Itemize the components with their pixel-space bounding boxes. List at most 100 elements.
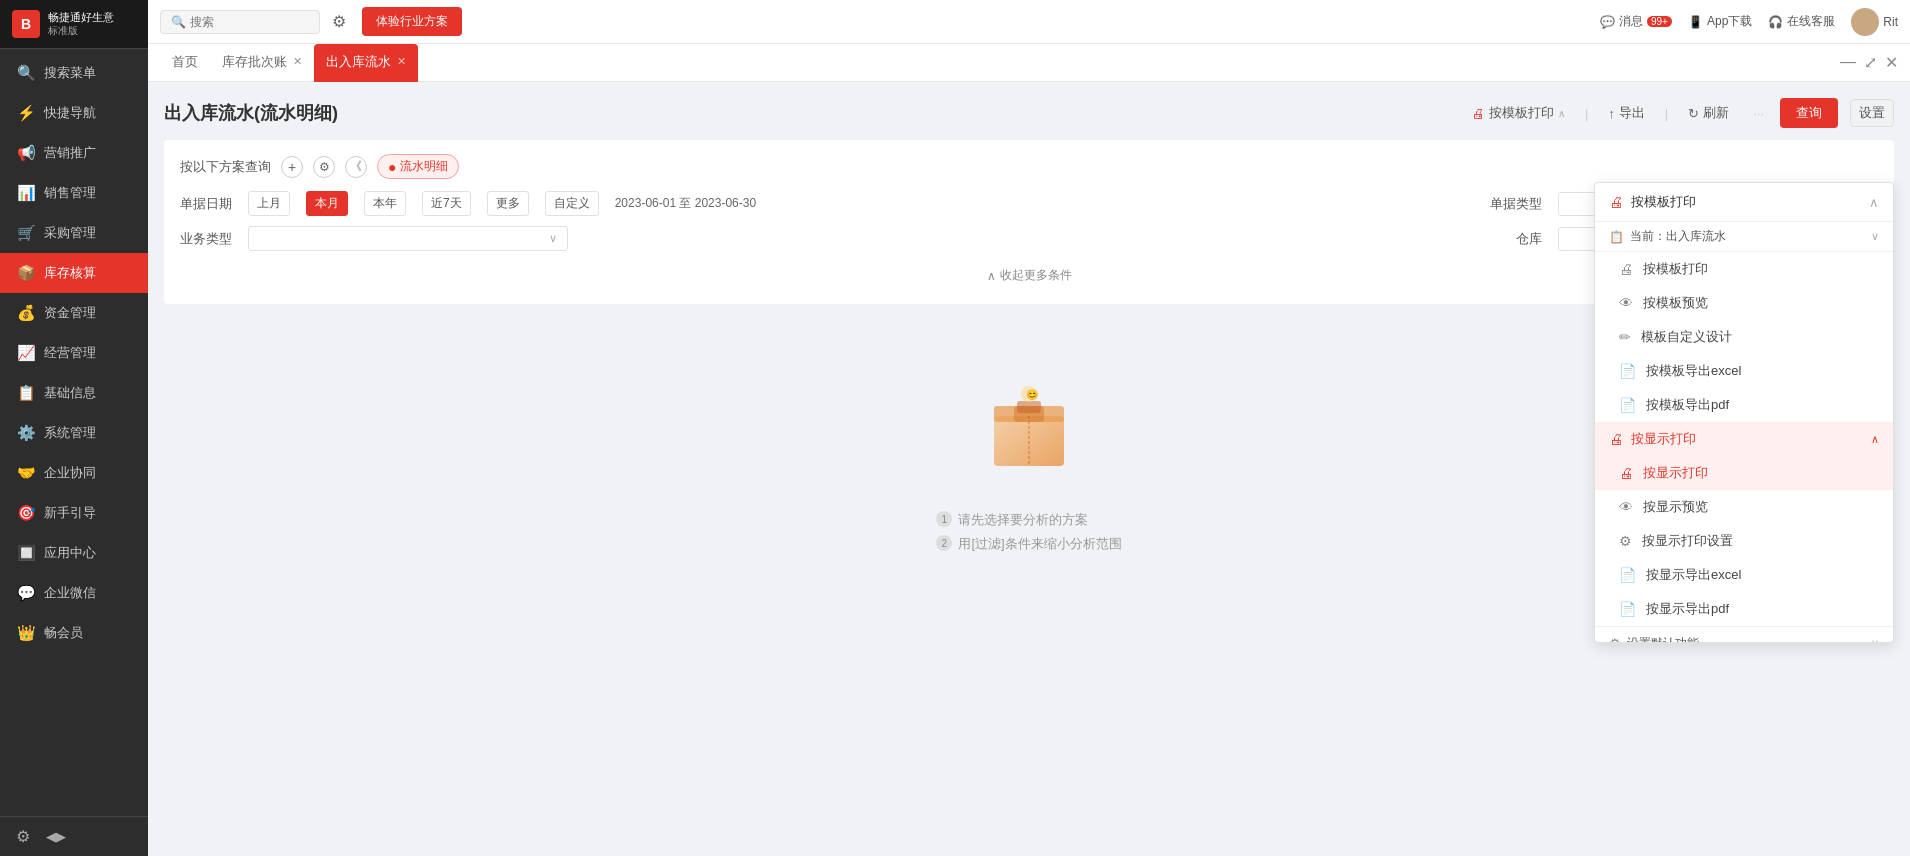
page-header: 出入库流水(流水明细) 🖨 按模板打印 ∧ | ↑ 导出 | ↻	[164, 98, 1894, 128]
finance-icon: 💰	[16, 303, 36, 323]
sidebar-nav: 🔍 搜索菜单 ⚡ 快捷导航 📢 营销推广 📊 销售管理 🛒 采购管理 📦 库存核…	[0, 49, 148, 816]
message-button[interactable]: 💬 消息 99+	[1600, 13, 1672, 30]
date-last7days[interactable]: 近7天	[422, 191, 471, 216]
sidebar-label-guide: 新手引导	[44, 504, 96, 522]
sidebar-item-basic[interactable]: 📋 基础信息	[0, 373, 148, 413]
filter-section-label: 按以下方案查询	[180, 158, 271, 176]
app-title: 畅捷通好生意	[48, 10, 114, 24]
dropdown-item-template-customize[interactable]: ✏ 模板自定义设计	[1595, 320, 1893, 354]
tab-batch-close[interactable]: ✕	[293, 55, 302, 68]
online-service-button[interactable]: 🎧 在线客服	[1768, 13, 1835, 30]
sidebar-item-collab[interactable]: 🤝 企业协同	[0, 453, 148, 493]
display-settings-item-label: 按显示打印设置	[1642, 532, 1733, 550]
sidebar-label-collab: 企业协同	[44, 464, 96, 482]
sidebar-item-inventory[interactable]: 📦 库存核算	[0, 253, 148, 293]
dropdown-item-template-print[interactable]: 🖨 按模板打印	[1595, 252, 1893, 286]
sidebar-item-wechat[interactable]: 💬 企业微信	[0, 573, 148, 613]
template-print-icon: 🖨	[1619, 261, 1633, 277]
sidebar-item-operations[interactable]: 📈 经营管理	[0, 333, 148, 373]
tab-home[interactable]: 首页	[160, 44, 210, 82]
message-icon: 💬	[1600, 15, 1615, 29]
sidebar-item-sales[interactable]: 📊 销售管理	[0, 173, 148, 213]
tab-flow-close[interactable]: ✕	[397, 55, 406, 68]
query-button[interactable]: 查询	[1780, 98, 1838, 128]
sidebar-label-marketing: 营销推广	[44, 144, 96, 162]
app-download-button[interactable]: 📱 App下载	[1688, 13, 1752, 30]
sidebar-item-purchase[interactable]: 🛒 采购管理	[0, 213, 148, 253]
purchase-icon: 🛒	[16, 223, 36, 243]
message-label: 消息	[1619, 13, 1643, 30]
current-selection-row[interactable]: 📋 当前：出入库流水 ∨	[1595, 222, 1893, 252]
sidebar-item-guide[interactable]: 🎯 新手引导	[0, 493, 148, 533]
dropdown-footer[interactable]: ⚙ 设置默认功能 ∨	[1595, 626, 1893, 642]
display-section-arrow: ∧	[1871, 433, 1879, 446]
date-label: 单据日期	[180, 195, 232, 213]
date-more[interactable]: 更多	[487, 191, 529, 216]
tab-batch[interactable]: 库存批次账 ✕	[210, 44, 314, 82]
dropdown-item-display-export-pdf[interactable]: 📄 按显示导出pdf	[1595, 592, 1893, 626]
search-box[interactable]: 🔍	[160, 10, 320, 34]
sidebar-label-inventory: 库存核算	[44, 264, 96, 282]
close-window-icon[interactable]: ✕	[1885, 53, 1898, 72]
trial-button[interactable]: 体验行业方案	[362, 7, 462, 36]
chevron-up-icon: ∧	[1558, 108, 1565, 119]
filter-settings-button[interactable]: ⚙	[313, 156, 335, 178]
dropdown-item-display-export-excel[interactable]: 📄 按显示导出excel	[1595, 558, 1893, 592]
settings-bottom-icon[interactable]: ⚙	[16, 827, 30, 846]
filter-collapse-button[interactable]: 《	[345, 156, 367, 178]
collab-icon: 🤝	[16, 463, 36, 483]
date-last-month[interactable]: 上月	[248, 191, 290, 216]
tab-flow[interactable]: 出入库流水 ✕	[314, 44, 418, 82]
user-profile[interactable]: Rit	[1851, 8, 1898, 36]
sidebar-item-apps[interactable]: 🔲 应用中心	[0, 533, 148, 573]
template-excel-item-label: 按模板导出excel	[1646, 362, 1741, 380]
tip-num-1: 1	[936, 511, 952, 527]
dropdown-arrow-up[interactable]: ∧	[1869, 195, 1879, 210]
gear-button[interactable]: ⚙	[328, 12, 350, 31]
dropdown-item-display-preview[interactable]: 👁 按显示预览	[1595, 490, 1893, 524]
dropdown-header: 🖨 按模板打印 ∧	[1595, 183, 1893, 222]
dropdown-item-template-preview[interactable]: 👁 按模板预览	[1595, 286, 1893, 320]
dropdown-item-template-export-pdf[interactable]: 📄 按模板导出pdf	[1595, 388, 1893, 422]
date-this-month[interactable]: 本月	[306, 191, 348, 216]
date-custom[interactable]: 自定义	[545, 191, 599, 216]
sidebar-item-system[interactable]: ⚙️ 系统管理	[0, 413, 148, 453]
sidebar-item-shortcuts[interactable]: ⚡ 快捷导航	[0, 93, 148, 133]
marketing-icon: 📢	[16, 143, 36, 163]
maximize-icon[interactable]: ⤢	[1864, 53, 1877, 72]
divider-3: ···	[1753, 106, 1764, 121]
printer-icon-dropdown: 🖨	[1609, 194, 1623, 210]
filter-add-button[interactable]: +	[281, 156, 303, 178]
dropdown-footer-inner: ⚙ 设置默认功能	[1609, 635, 1699, 642]
dropdown-item-display-print-settings[interactable]: ⚙ 按显示打印设置	[1595, 524, 1893, 558]
refresh-button[interactable]: ↻ 刷新	[1680, 100, 1737, 126]
filter-tag[interactable]: ● 流水明细	[377, 154, 459, 179]
date-range-text: 2023-06-01 至 2023-06-30	[615, 195, 756, 212]
sidebar-item-search[interactable]: 🔍 搜索菜单	[0, 53, 148, 93]
display-print-icon: 🖨	[1619, 465, 1633, 481]
sidebar-item-finance[interactable]: 💰 资金管理	[0, 293, 148, 333]
search-input[interactable]	[190, 15, 310, 29]
sidebar-label-shortcuts: 快捷导航	[44, 104, 96, 122]
collapse-arrow-icon: ∧	[987, 269, 996, 283]
basic-icon: 📋	[16, 383, 36, 403]
business-type-select[interactable]: ∨	[248, 226, 568, 251]
minimize-icon[interactable]: —	[1840, 53, 1856, 72]
display-excel-item-label: 按显示导出excel	[1646, 566, 1741, 584]
display-print-section-header[interactable]: 🖨 按显示打印 ∧	[1595, 422, 1893, 456]
inventory-icon: 📦	[16, 263, 36, 283]
display-excel-icon: 📄	[1619, 567, 1636, 583]
export-button[interactable]: ↑ 导出	[1600, 100, 1653, 126]
dropdown-item-display-print[interactable]: 🖨 按显示打印	[1595, 456, 1893, 490]
dropdown-item-template-export-excel[interactable]: 📄 按模板导出excel	[1595, 354, 1893, 388]
settings-button[interactable]: 设置	[1850, 99, 1894, 127]
template-print-button[interactable]: 🖨 按模板打印 ∧	[1464, 100, 1573, 126]
date-this-year[interactable]: 本年	[364, 191, 406, 216]
sidebar-label-search: 搜索菜单	[44, 64, 96, 82]
toggle-sidebar-icon[interactable]: ◀▶	[46, 829, 66, 844]
message-badge: 99+	[1647, 16, 1672, 27]
sidebar-item-vip[interactable]: 👑 畅会员	[0, 613, 148, 653]
template-print-item-label: 按模板打印	[1643, 260, 1708, 278]
sidebar-label-system: 系统管理	[44, 424, 96, 442]
sidebar-item-marketing[interactable]: 📢 营销推广	[0, 133, 148, 173]
